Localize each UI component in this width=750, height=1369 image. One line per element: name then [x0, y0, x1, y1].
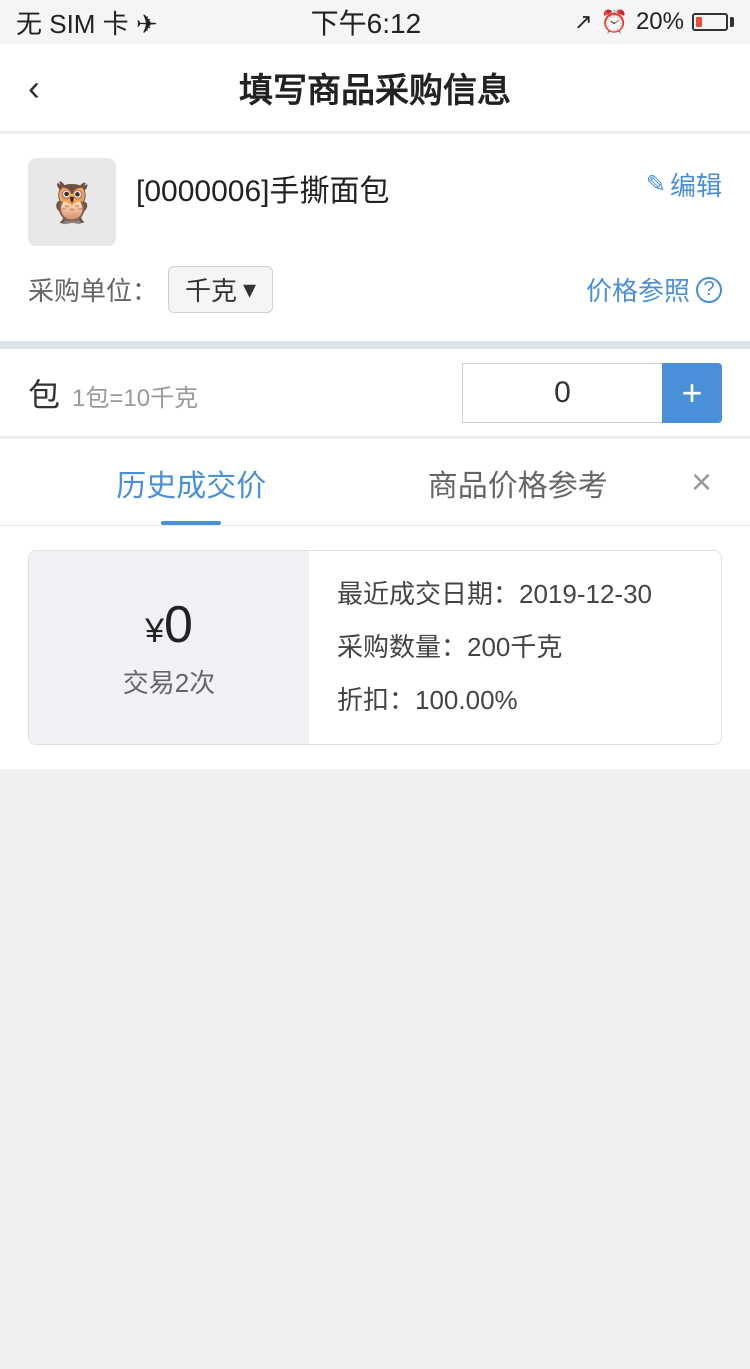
- history-price-display: ¥0: [145, 595, 193, 655]
- qty-label: 包 1包=10千克: [28, 370, 198, 416]
- discount-label: 折扣：: [337, 685, 415, 715]
- nav-bar: ‹ 填写商品采购信息: [0, 44, 750, 132]
- status-left: 无 SIM 卡 ✈: [16, 4, 158, 41]
- qty-plus-button[interactable]: +: [662, 363, 722, 423]
- history-detail-panel: 最近成交日期：2019-12-30 采购数量：200千克 折扣：100.00%: [309, 551, 721, 744]
- purchase-qty-label: 采购数量：: [337, 632, 467, 662]
- edit-label: 编辑: [670, 166, 722, 203]
- edit-icon: ✎: [646, 170, 666, 199]
- qty-unit-label: 包: [28, 370, 60, 416]
- status-time: 下午6:12: [311, 2, 422, 42]
- trade-count: 交易2次: [123, 663, 215, 700]
- history-section: ¥0 交易2次 最近成交日期：2019-12-30 采购数量：200千克 折扣：…: [0, 526, 750, 769]
- location-icon: ↗: [574, 9, 592, 35]
- battery-icon: [692, 13, 734, 31]
- unit-value: 千克: [185, 271, 237, 308]
- back-button[interactable]: ‹: [28, 67, 40, 109]
- price-reference-button[interactable]: 价格参照 ?: [586, 271, 722, 308]
- tabs-panel: 历史成交价 商品价格参考 × ¥0 交易2次 最近成交日期：2019-12-30…: [0, 439, 750, 769]
- recent-date-label: 最近成交日期：: [337, 579, 519, 609]
- discount-row: 折扣：100.00%: [337, 681, 693, 720]
- unit-text: 采购单位：: [28, 271, 158, 308]
- quantity-input[interactable]: [462, 363, 662, 423]
- product-thumbnail: 🦉: [28, 158, 116, 246]
- recent-date-value: 2019-12-30: [519, 579, 652, 609]
- battery-label: 20%: [636, 8, 684, 36]
- price-currency-symbol: ¥: [145, 612, 164, 650]
- qty-unit-hint: 1包=10千克: [72, 378, 198, 413]
- price-ref-label: 价格参照: [586, 271, 690, 308]
- quantity-row: 包 1包=10千克 +: [0, 349, 750, 437]
- alarm-icon: ⏰: [601, 9, 628, 35]
- status-bar: 无 SIM 卡 ✈ 下午6:12 ↗ ⏰ 20%: [0, 0, 750, 44]
- price-ref-help-icon: ?: [696, 277, 722, 303]
- product-card: 🦉 [0000006]手撕面包 ✎ 编辑 采购单位： 千克 ▾ 价格参照 ?: [0, 134, 750, 341]
- tab-history-price[interactable]: 历史成交价: [28, 439, 354, 525]
- history-card: ¥0 交易2次 最近成交日期：2019-12-30 采购数量：200千克 折扣：…: [28, 550, 722, 745]
- page-title: 填写商品采购信息: [239, 63, 511, 112]
- tab-product-price-ref[interactable]: 商品价格参考: [354, 439, 680, 525]
- product-name: [0000006]手撕面包: [136, 166, 389, 210]
- recent-date-row: 最近成交日期：2019-12-30: [337, 575, 693, 614]
- qty-controls: +: [462, 363, 722, 423]
- tabs-close-button[interactable]: ×: [681, 464, 722, 500]
- unit-label: 采购单位： 千克 ▾: [28, 266, 273, 313]
- discount-value: 100.00%: [415, 685, 518, 715]
- bottom-area: [0, 769, 750, 1369]
- purchase-qty-row: 采购数量：200千克: [337, 628, 693, 667]
- history-price-panel: ¥0 交易2次: [29, 551, 309, 744]
- product-left: 🦉 [0000006]手撕面包: [28, 158, 389, 246]
- edit-button[interactable]: ✎ 编辑: [646, 166, 722, 203]
- status-right: ↗ ⏰ 20%: [574, 8, 734, 36]
- unit-row: 采购单位： 千克 ▾ 价格参照 ?: [28, 266, 722, 313]
- product-top-row: 🦉 [0000006]手撕面包 ✎ 编辑: [28, 158, 722, 246]
- unit-select-dropdown[interactable]: 千克 ▾: [168, 266, 273, 313]
- price-value: 0: [164, 596, 193, 654]
- product-image-icon: 🦉: [47, 179, 97, 226]
- scroll-indicator: [0, 341, 750, 349]
- chevron-down-icon: ▾: [243, 274, 256, 305]
- purchase-qty-value: 200千克: [467, 632, 562, 662]
- tabs-header: 历史成交价 商品价格参考 ×: [0, 439, 750, 526]
- no-sim-label: 无 SIM 卡 ✈: [16, 4, 158, 41]
